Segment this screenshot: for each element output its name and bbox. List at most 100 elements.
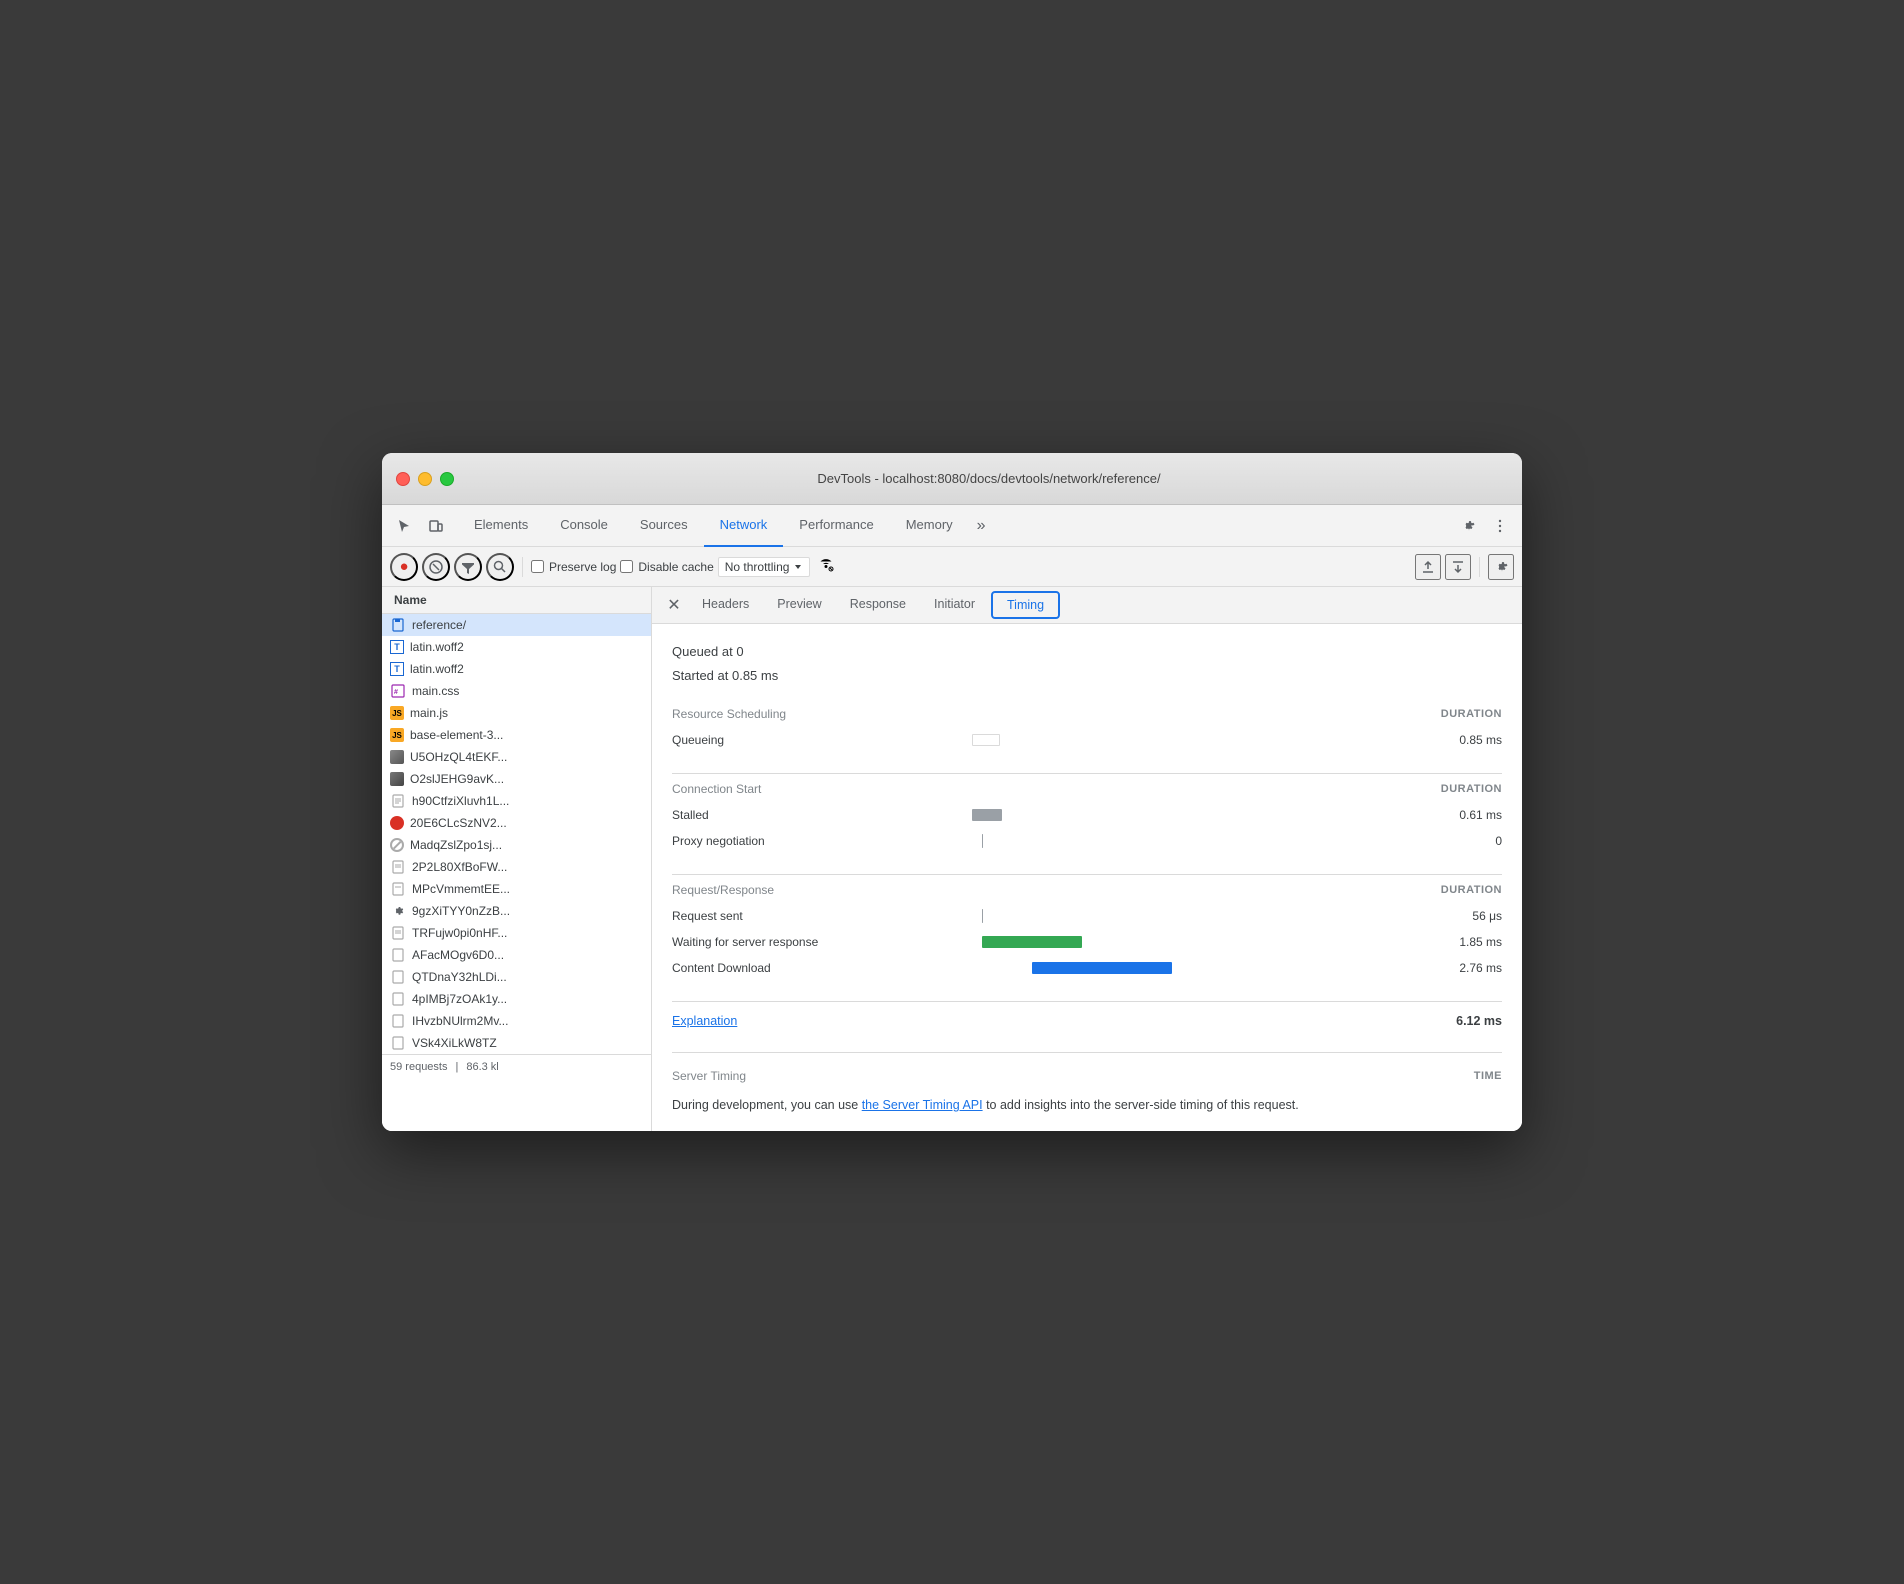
connection-start-section: Connection Start DURATION Stalled 0.61 m…: [672, 782, 1502, 854]
list-item[interactable]: MPcVmmemtEE...: [382, 878, 651, 900]
detail-tab-bar: ✕ Headers Preview Response Initiator Tim…: [652, 587, 1522, 624]
device-icon[interactable]: [422, 512, 450, 540]
tab-preview[interactable]: Preview: [763, 587, 835, 623]
row-label: Request sent: [672, 909, 852, 923]
toolbar-divider-1: [522, 557, 523, 577]
tab-console[interactable]: Console: [544, 505, 624, 547]
tab-elements[interactable]: Elements: [458, 505, 544, 547]
list-item[interactable]: 20E6CLcSzNV2...: [382, 812, 651, 834]
item-name: AFacMOgv6D0...: [412, 948, 643, 962]
wifi-settings-icon[interactable]: [818, 556, 834, 577]
tab-performance[interactable]: Performance: [783, 505, 889, 547]
timing-meta: Queued at 0 Started at 0.85 ms: [672, 640, 1502, 687]
preserve-log-checkbox[interactable]: Preserve log: [531, 560, 616, 574]
list-item[interactable]: O2slJEHG9avK...: [382, 768, 651, 790]
item-name: base-element-3...: [410, 728, 643, 742]
record-button[interactable]: ●: [390, 553, 418, 581]
list-item[interactable]: QTDnaY32hLDi...: [382, 966, 651, 988]
throttle-select[interactable]: No throttling: [718, 557, 811, 577]
request-bar: [982, 909, 983, 923]
list-item[interactable]: T latin.woff2: [382, 636, 651, 658]
server-timing-desc: During development, you can use the Serv…: [672, 1095, 1502, 1115]
desc-prefix: During development, you can use: [672, 1098, 862, 1112]
list-item[interactable]: T latin.woff2: [382, 658, 651, 680]
tab-response[interactable]: Response: [836, 587, 920, 623]
search-icon[interactable]: [486, 553, 514, 581]
list-item[interactable]: # main.css: [382, 680, 651, 702]
list-item[interactable]: JS main.js: [382, 702, 651, 724]
server-timing-api-link[interactable]: the Server Timing API: [862, 1098, 983, 1112]
list-item[interactable]: AFacMOgv6D0...: [382, 944, 651, 966]
list-item[interactable]: reference/: [382, 614, 651, 636]
list-item[interactable]: 4pIMBj7zOAk1y...: [382, 988, 651, 1010]
row-value: 0: [1422, 834, 1502, 848]
list-item[interactable]: MadqZslZpo1sj...: [382, 834, 651, 856]
item-name: MPcVmmemtEE...: [412, 882, 643, 896]
filter-icon[interactable]: [454, 553, 482, 581]
tab-network[interactable]: Network: [704, 505, 784, 547]
bar-area: [852, 805, 1422, 825]
row-value: 2.76 ms: [1422, 961, 1502, 975]
devtools-window: DevTools - localhost:8080/docs/devtools/…: [382, 453, 1522, 1131]
timing-row-proxy: Proxy negotiation 0: [672, 828, 1502, 854]
row-value: 1.85 ms: [1422, 935, 1502, 949]
row-value: 56 μs: [1422, 909, 1502, 923]
list-item[interactable]: 2P2L80XfBoFW...: [382, 856, 651, 878]
upload-icon[interactable]: [1415, 554, 1441, 580]
disable-cache-input[interactable]: [620, 560, 633, 573]
toolbar-right-actions: [1415, 554, 1514, 580]
list-item[interactable]: U5OHzQL4tEKF...: [382, 746, 651, 768]
tab-memory[interactable]: Memory: [890, 505, 969, 547]
settings-icon[interactable]: [1454, 512, 1482, 540]
main-detail-panel: ✕ Headers Preview Response Initiator Tim…: [652, 587, 1522, 1131]
item-name: reference/: [412, 618, 643, 632]
preserve-log-input[interactable]: [531, 560, 544, 573]
explanation-link[interactable]: Explanation: [672, 1014, 737, 1028]
devtools-tab-icons: [390, 512, 450, 540]
download-icon[interactable]: [1445, 554, 1471, 580]
list-item[interactable]: IHvzbNUlrm2Mv...: [382, 1010, 651, 1032]
file-list-sidebar: Name reference/ T latin.woff2 T latin.wo…: [382, 587, 652, 1131]
request-count: 59 requests: [390, 1061, 447, 1073]
close-detail-button[interactable]: ✕: [660, 587, 688, 623]
disable-cache-checkbox[interactable]: Disable cache: [620, 560, 713, 574]
svg-text:#: #: [394, 689, 398, 696]
clear-button[interactable]: [422, 553, 450, 581]
list-item[interactable]: h90CtfziXluvh1L...: [382, 790, 651, 812]
tab-timing[interactable]: Timing: [991, 591, 1060, 619]
maximize-button[interactable]: [440, 472, 454, 486]
row-label: Queueing: [672, 733, 852, 747]
css-icon: #: [390, 683, 406, 699]
document-icon: [390, 991, 406, 1007]
close-button[interactable]: [396, 472, 410, 486]
server-timing-section: Server Timing TIME During development, y…: [672, 1052, 1502, 1115]
more-tabs-button[interactable]: »: [969, 517, 994, 535]
duration-label: DURATION: [1441, 884, 1502, 896]
document-icon: [390, 793, 406, 809]
started-at-text: Started at 0.85 ms: [672, 664, 1502, 687]
document-icon: [390, 881, 406, 897]
tab-initiator[interactable]: Initiator: [920, 587, 989, 623]
js-icon: JS: [390, 706, 404, 720]
document-icon: [390, 1035, 406, 1051]
row-value: 0.61 ms: [1422, 808, 1502, 822]
document-icon: [390, 925, 406, 941]
list-item[interactable]: JS base-element-3...: [382, 724, 651, 746]
list-item[interactable]: 9gzXiTYY0nZzB...: [382, 900, 651, 922]
list-item[interactable]: TRFujw0pi0nHF...: [382, 922, 651, 944]
download-bar: [1032, 962, 1172, 974]
row-label: Stalled: [672, 808, 852, 822]
cursor-icon[interactable]: [390, 512, 418, 540]
network-settings-icon[interactable]: [1488, 554, 1514, 580]
time-label: TIME: [1474, 1070, 1502, 1082]
minimize-button[interactable]: [418, 472, 432, 486]
item-name: QTDnaY32hLDi...: [412, 970, 643, 984]
timing-row-queueing: Queueing 0.85 ms: [672, 727, 1502, 753]
more-options-icon[interactable]: [1486, 512, 1514, 540]
tab-headers[interactable]: Headers: [688, 587, 763, 623]
list-item[interactable]: VSk4XiLkW8TZ: [382, 1032, 651, 1054]
total-divider: [672, 1001, 1502, 1002]
tab-sources[interactable]: Sources: [624, 505, 704, 547]
queue-bar: [972, 734, 1000, 746]
divider: |: [455, 1061, 458, 1073]
